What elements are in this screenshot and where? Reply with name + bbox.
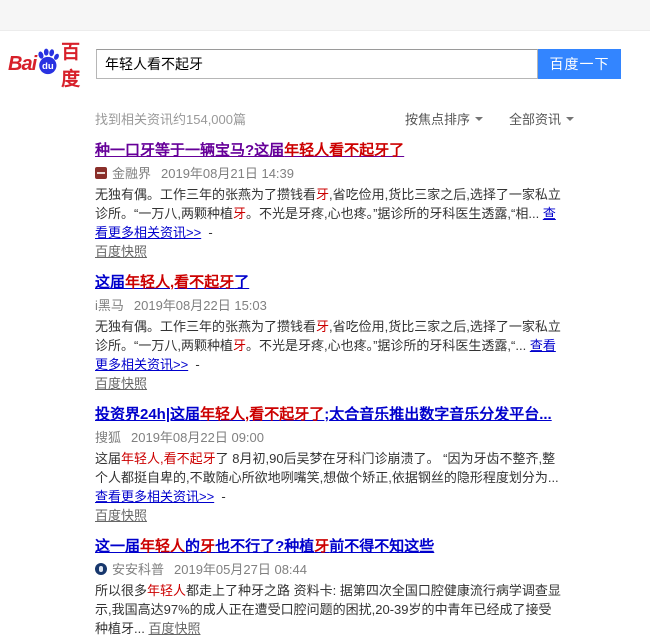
chevron-down-icon: [475, 117, 483, 125]
search-result: 这届年轻人,看不起牙了 i黑马 2019年08月22日 15:03 无独有偶。工作三年…: [95, 273, 563, 393]
more-related-link[interactable]: 查看更多相关资讯>>: [95, 489, 214, 504]
top-gray-bar: [0, 0, 650, 31]
search-results-list: 种一口牙等于一辆宝马?这届年轻人看不起牙了金融界 2019年08月21日 14:3…: [95, 141, 563, 638]
text-segment: 也不行了?种植: [215, 538, 314, 555]
result-snippet: 这届年轻人,看不起牙了 8月初,90后吴梦在牙科门诊崩溃了。 “因为牙齿不整齐,…: [95, 449, 563, 525]
highlight-term: 牙: [316, 319, 329, 334]
results-meta-row: 找到相关资讯约154,000篇 按焦点排序 全部资讯: [0, 109, 650, 127]
baidu-snapshot-link[interactable]: 百度快照: [95, 376, 147, 391]
result-title-link[interactable]: 投资界24h|这届年轻人,看不起牙了;太合音乐推出数字音乐分发平台...: [95, 406, 552, 423]
result-source: 安安科普: [112, 562, 164, 577]
search-button[interactable]: 百度一下: [538, 49, 621, 79]
baidu-logo[interactable]: Bai du 百度: [0, 37, 96, 91]
search-result: 投资界24h|这届年轻人,看不起牙了;太合音乐推出数字音乐分发平台... 搜狐 20…: [95, 405, 563, 525]
logo-text-bai: Bai: [8, 53, 36, 76]
sort-dropdown[interactable]: 按焦点排序: [405, 109, 483, 128]
result-title-link[interactable]: 这届年轻人,看不起牙了: [95, 274, 249, 291]
result-snippet: 无独有偶。工作三年的张燕为了攒钱看牙,省吃俭用,货比三家之后,选择了一家私立诊所…: [95, 317, 563, 393]
text-segment: 。不光是牙疼,心也疼。”据诊所的牙科医生透露,“相...: [246, 206, 539, 221]
text-segment: 无独有偶。工作三年的张燕为了攒钱看: [95, 319, 316, 334]
result-date: 2019年05月27日 08:44: [174, 562, 307, 577]
result-source: 搜狐: [95, 430, 121, 445]
text-segment: 无独有偶。工作三年的张燕为了攒钱看: [95, 187, 316, 202]
highlight-term: 年轻人,看不起牙了: [200, 406, 324, 423]
results-controls: 按焦点排序 全部资讯: [405, 109, 574, 128]
baidu-snapshot-link[interactable]: 百度快照: [148, 621, 200, 636]
filter-dropdown-label: 全部资讯: [509, 112, 561, 127]
result-source: i黑马: [95, 298, 124, 313]
result-source-row: 金融界 2019年08月21日 14:39: [95, 165, 563, 182]
text-segment: 前不得不知这些: [329, 538, 434, 555]
highlight-term: 牙: [233, 206, 246, 221]
result-snippet: 所以很多年轻人都走上了种牙之路 资料卡: 据第四次全国口腔健康流行病学调查显示,…: [95, 581, 563, 638]
highlight-term: 牙: [233, 338, 246, 353]
jrj-favicon-icon: [95, 167, 107, 179]
filter-dropdown[interactable]: 全部资讯: [509, 109, 574, 128]
chevron-down-icon: [566, 117, 574, 125]
text-segment: 。不光是牙疼,心也疼。”据诊所的牙科医生透露,“...: [246, 338, 526, 353]
result-source-row: 搜狐 2019年08月22日 09:00: [95, 429, 563, 446]
result-date: 2019年08月22日 15:03: [134, 298, 267, 313]
result-snippet: 无独有偶。工作三年的张燕为了攒钱看牙,省吃俭用,货比三家之后,选择了一家私立诊所…: [95, 185, 563, 261]
highlight-term: 年轻人看不起牙了: [284, 142, 404, 159]
text-segment: 所以很多: [95, 583, 147, 598]
result-source: 金融界: [112, 166, 151, 181]
text-segment: 这届: [95, 451, 121, 466]
highlight-term: 牙: [314, 538, 329, 555]
results-count: 找到相关资讯约154,000篇: [95, 112, 246, 127]
result-source-row: i黑马 2019年08月22日 15:03: [95, 297, 563, 314]
baidu-snapshot-link[interactable]: 百度快照: [95, 244, 147, 259]
search-input[interactable]: [96, 49, 538, 79]
result-source-row: 安安科普 2019年05月27日 08:44: [95, 561, 563, 578]
result-date: 2019年08月21日 14:39: [161, 166, 294, 181]
search-result: 这一届年轻人的牙也不行了?种植牙前不得不知这些安安科普2019年05月27日 0…: [95, 537, 563, 638]
result-title-link[interactable]: 这一届年轻人的牙也不行了?种植牙前不得不知这些: [95, 538, 434, 555]
text-segment: 这一届: [95, 538, 140, 555]
svg-text:du: du: [42, 61, 54, 72]
anan-favicon-icon: [95, 563, 107, 575]
baidu-snapshot-link[interactable]: 百度快照: [95, 508, 147, 523]
text-segment: 这届: [95, 274, 125, 291]
result-title-link[interactable]: 种一口牙等于一辆宝马?这届年轻人看不起牙了: [95, 142, 404, 159]
highlight-term: 年轻人: [140, 538, 185, 555]
text-segment: 了: [234, 274, 249, 291]
text-segment: ;太合音乐推出数字音乐分发平台...: [324, 406, 552, 423]
dash-separator: -: [188, 357, 200, 372]
baidu-paw-icon: du: [36, 48, 60, 80]
search-header: Bai du 百度 百度一下: [0, 31, 650, 99]
highlight-term: 年轻人: [147, 583, 186, 598]
highlight-term: 年轻人,看不起牙: [125, 274, 234, 291]
dash-separator: -: [201, 225, 213, 240]
text-segment: 投资界24h|这届: [95, 406, 200, 423]
highlight-term: 牙: [200, 538, 215, 555]
text-segment: 种一口牙等于一辆宝马?这届: [95, 142, 284, 159]
highlight-term: 年轻人,看不起牙: [121, 451, 216, 466]
text-segment: 的: [185, 538, 200, 555]
sort-dropdown-label: 按焦点排序: [405, 112, 470, 127]
result-date: 2019年08月22日 09:00: [131, 430, 264, 445]
dash-separator: -: [214, 489, 226, 504]
logo-text-chinese: 百度: [61, 37, 96, 91]
search-result: 种一口牙等于一辆宝马?这届年轻人看不起牙了金融界 2019年08月21日 14:3…: [95, 141, 563, 261]
highlight-term: 牙: [316, 187, 329, 202]
